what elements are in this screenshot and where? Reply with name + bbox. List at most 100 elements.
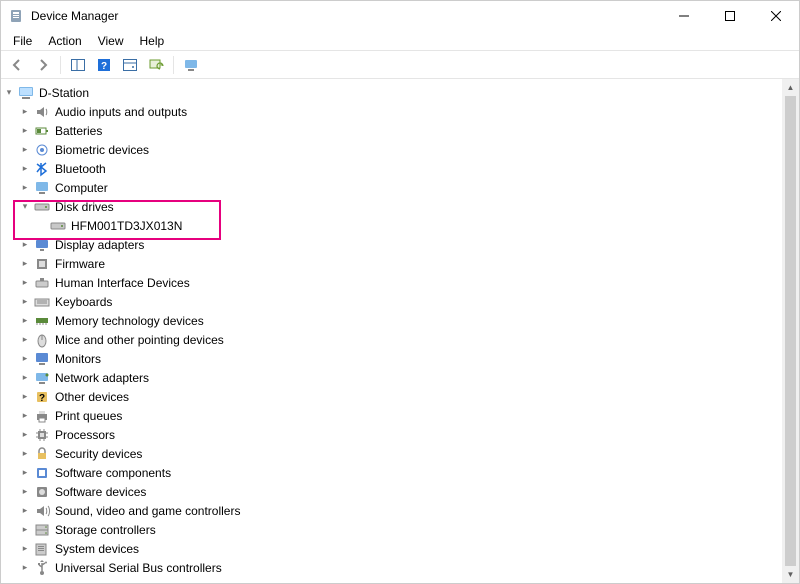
device-tree[interactable]: ▾ D-Station ▸ Audio inputs and outputs ▸ Ba…: [1, 79, 782, 583]
chevron-right-icon[interactable]: ▸: [17, 144, 33, 155]
menu-help[interactable]: Help: [132, 32, 173, 50]
scroll-thumb[interactable]: [785, 96, 796, 566]
scroll-up-icon[interactable]: ▲: [782, 79, 799, 96]
chevron-right-icon[interactable]: ▸: [17, 296, 33, 307]
app-icon: [9, 8, 25, 24]
tree-item-label: Software components: [55, 466, 179, 480]
toolbar-separator: [60, 56, 61, 74]
tree-item[interactable]: ▸ Batteries: [1, 121, 782, 140]
tree-item[interactable]: ▸ Computer: [1, 178, 782, 197]
chevron-right-icon[interactable]: ▸: [17, 277, 33, 288]
svg-text:?: ?: [39, 393, 45, 404]
tree-item[interactable]: ▸Sound, video and game controllers: [1, 501, 782, 520]
chevron-right-icon[interactable]: ▸: [17, 163, 33, 174]
tree-item[interactable]: ▸ Memory technology devices: [1, 311, 782, 330]
tree-item[interactable]: ▸Human Interface Devices: [1, 273, 782, 292]
tree-item-label: Audio inputs and outputs: [55, 105, 195, 119]
tree-item-label: Software devices: [55, 485, 154, 499]
disk-icon: [49, 218, 67, 234]
softcomp-icon: [33, 465, 51, 481]
system-icon: [33, 541, 51, 557]
softdev-icon: [33, 484, 51, 500]
tree-item[interactable]: ▸Firmware: [1, 254, 782, 273]
tree-item[interactable]: ▸Biometric devices: [1, 140, 782, 159]
chevron-right-icon[interactable]: ▸: [17, 543, 33, 554]
hid-icon: [33, 275, 51, 291]
chevron-down-icon[interactable]: ▾: [1, 87, 17, 98]
menu-view[interactable]: View: [90, 32, 132, 50]
help-button[interactable]: ?: [92, 53, 116, 77]
chevron-right-icon[interactable]: ▸: [17, 372, 33, 383]
chevron-right-icon[interactable]: ▸: [17, 467, 33, 478]
tree-item[interactable]: ▸Network adapters: [1, 368, 782, 387]
tree-root[interactable]: ▾ D-Station: [1, 83, 782, 102]
memory-icon: [33, 313, 51, 329]
tree-item-label: Display adapters: [55, 238, 152, 252]
tree-item[interactable]: ▸Security devices: [1, 444, 782, 463]
tree-item[interactable]: ▸ Bluetooth: [1, 159, 782, 178]
scan-hardware-button[interactable]: [144, 53, 168, 77]
tree-item-label: Bluetooth: [55, 162, 114, 176]
maximize-button[interactable]: [707, 1, 753, 31]
chevron-right-icon[interactable]: ▸: [17, 315, 33, 326]
tree-item[interactable]: ▸ Software components: [1, 463, 782, 482]
chevron-right-icon[interactable]: ▸: [17, 334, 33, 345]
chevron-right-icon[interactable]: ▸: [17, 486, 33, 497]
chevron-right-icon[interactable]: ▸: [17, 448, 33, 459]
tree-item[interactable]: ▸ Display adapters: [1, 235, 782, 254]
tree-item[interactable]: ▸ Software devices: [1, 482, 782, 501]
scroll-down-icon[interactable]: ▼: [782, 566, 799, 583]
chevron-right-icon[interactable]: ▸: [17, 391, 33, 402]
chevron-right-icon[interactable]: ▸: [17, 106, 33, 117]
vertical-scrollbar[interactable]: ▲ ▼: [782, 79, 799, 583]
tree-item[interactable]: ▸ Print queues: [1, 406, 782, 425]
minimize-button[interactable]: [661, 1, 707, 31]
chevron-right-icon[interactable]: ▸: [17, 505, 33, 516]
devices-button[interactable]: [179, 53, 203, 77]
show-hide-console-button[interactable]: [66, 53, 90, 77]
tree-item[interactable]: HFM001TD3JX013N: [1, 216, 782, 235]
close-button[interactable]: [753, 1, 799, 31]
mouse-icon: [33, 332, 51, 348]
tree-item-label: Storage controllers: [55, 523, 164, 537]
tree-item[interactable]: ▸ Monitors: [1, 349, 782, 368]
tree-item[interactable]: ▸Mice and other pointing devices: [1, 330, 782, 349]
tree-item-label: Disk drives: [55, 200, 122, 214]
chevron-right-icon[interactable]: ▸: [17, 410, 33, 421]
tree-item[interactable]: ▾ Disk drives: [1, 197, 782, 216]
chevron-right-icon[interactable]: ▸: [17, 125, 33, 136]
tree-item[interactable]: ▸ Audio inputs and outputs: [1, 102, 782, 121]
tree-item[interactable]: ▸System devices: [1, 539, 782, 558]
chevron-right-icon[interactable]: ▸: [17, 258, 33, 269]
tree-item[interactable]: ▸Keyboards: [1, 292, 782, 311]
window-controls: [661, 1, 799, 31]
properties-button[interactable]: [118, 53, 142, 77]
forward-button[interactable]: [31, 53, 55, 77]
chevron-right-icon[interactable]: ▸: [17, 562, 33, 573]
tree-item-label: Monitors: [55, 352, 109, 366]
tree-item-label: Computer: [55, 181, 116, 195]
tree-item[interactable]: ▸ Storage controllers: [1, 520, 782, 539]
tree-item[interactable]: ▸?Other devices: [1, 387, 782, 406]
tree-item-label: Batteries: [55, 124, 110, 138]
tree-item-label: Memory technology devices: [55, 314, 212, 328]
chevron-down-icon[interactable]: ▾: [17, 201, 33, 212]
menu-file[interactable]: File: [5, 32, 40, 50]
tree-item[interactable]: ▸Universal Serial Bus controllers: [1, 558, 782, 577]
menubar: File Action View Help: [1, 31, 799, 51]
tree-item[interactable]: ▸ Processors: [1, 425, 782, 444]
keyboard-icon: [33, 294, 51, 310]
bluetooth-icon: [33, 161, 51, 177]
tree-item-label: Print queues: [55, 409, 130, 423]
processor-icon: [33, 427, 51, 443]
chevron-right-icon[interactable]: ▸: [17, 353, 33, 364]
tree-item-label: Processors: [55, 428, 123, 442]
chevron-right-icon[interactable]: ▸: [17, 429, 33, 440]
back-button[interactable]: [5, 53, 29, 77]
menu-action[interactable]: Action: [40, 32, 89, 50]
chevron-right-icon[interactable]: ▸: [17, 182, 33, 193]
other-icon: ?: [33, 389, 51, 405]
security-icon: [33, 446, 51, 462]
chevron-right-icon[interactable]: ▸: [17, 239, 33, 250]
chevron-right-icon[interactable]: ▸: [17, 524, 33, 535]
